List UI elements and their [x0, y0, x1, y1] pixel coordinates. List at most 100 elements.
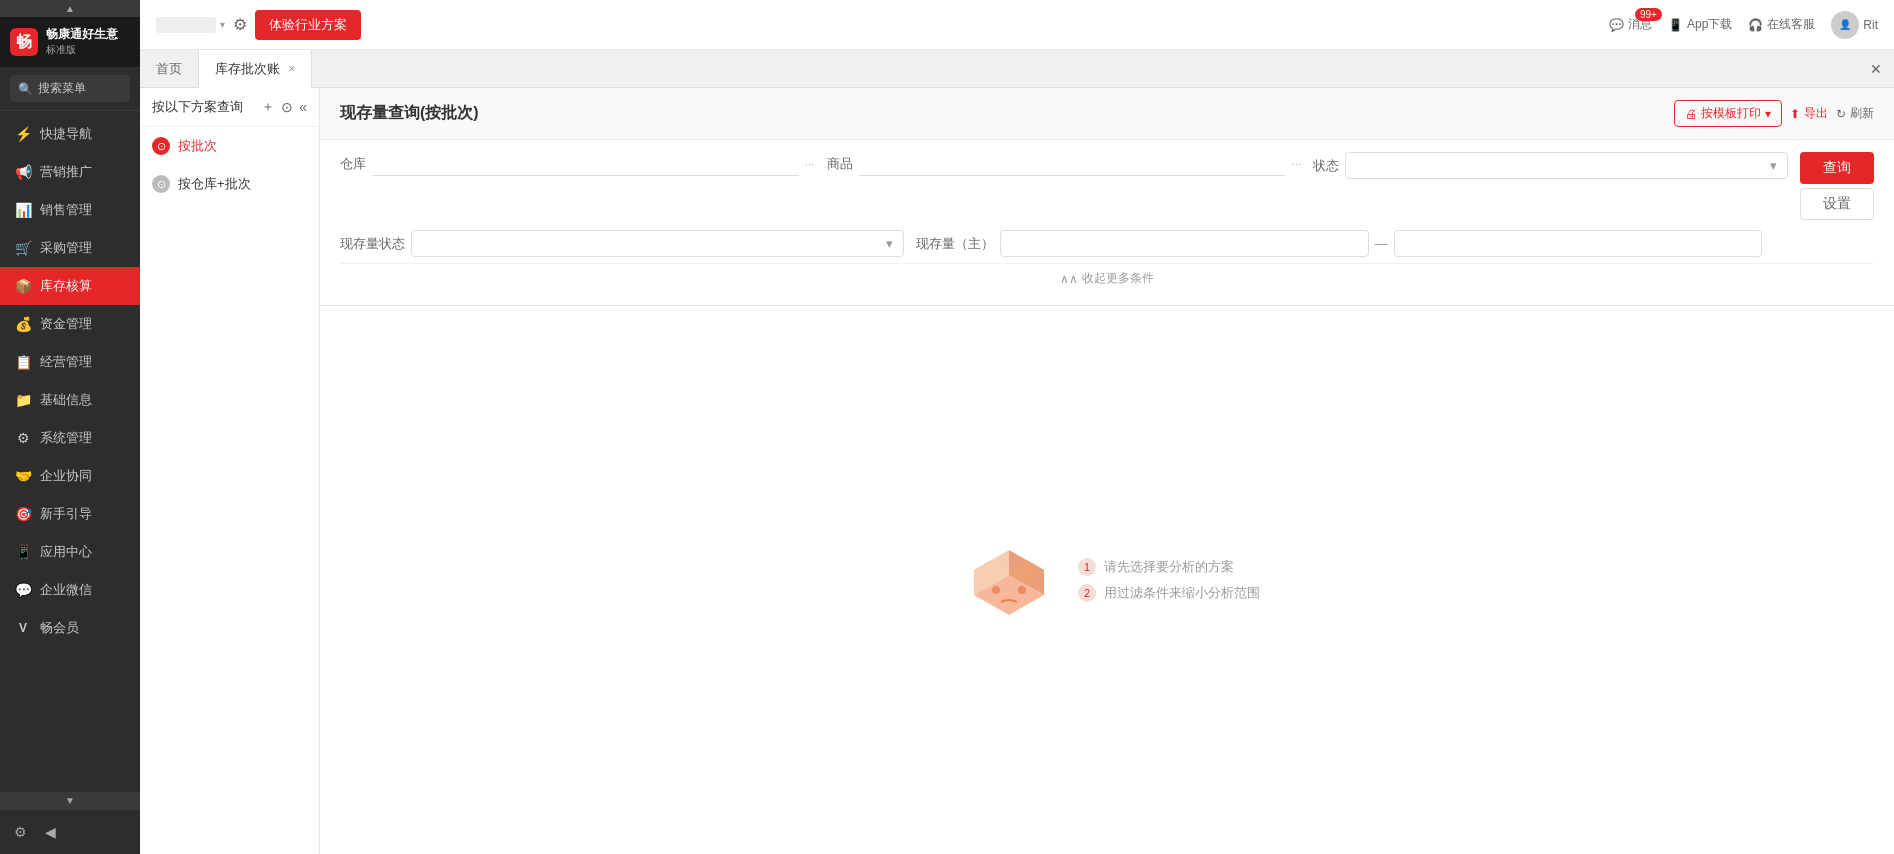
collapse-conditions-bar[interactable]: ∧∧ 收起更多条件	[340, 263, 1874, 293]
sidebar-item-operation[interactable]: 📋 经营管理	[0, 343, 140, 381]
product-label: 商品	[827, 155, 853, 173]
app-download-action[interactable]: 📱 App下载	[1668, 16, 1732, 33]
print-icon: 🖨	[1685, 107, 1697, 121]
tab-inventory-batch[interactable]: 库存批次账 ×	[199, 50, 312, 88]
add-plan-icon[interactable]: ＋	[261, 98, 275, 116]
home-tab-label: 首页	[156, 60, 182, 78]
sidebar-settings-button[interactable]: ⚙	[10, 820, 31, 844]
sidebar-footer: ⚙ ◀	[0, 809, 140, 854]
tab-close-all-button[interactable]: ✕	[1858, 61, 1894, 77]
sidebar-item-quick-nav[interactable]: ⚡ 快捷导航	[0, 115, 140, 153]
plan-collapse-icon[interactable]: «	[299, 99, 307, 115]
sidebar-item-marketing[interactable]: 📢 营销推广	[0, 153, 140, 191]
collapse-up-icon: ∧∧	[1060, 272, 1078, 286]
member-icon: V	[14, 619, 32, 637]
product-filter: 商品 ···	[827, 152, 1302, 176]
avatar: 👤	[1831, 11, 1859, 39]
close-all-icon: ✕	[1870, 61, 1882, 77]
warehouse-more-icon[interactable]: ···	[805, 157, 815, 171]
empty-state: 1 请先选择要分析的方案 2 用过滤条件来缩小分析范围	[320, 306, 1894, 854]
content-area: 按以下方案查询 ＋ ⊙ « ⊙ 按批次 ⊙ 按仓库+批次 现存量查询(按批次)	[140, 88, 1894, 854]
company-selector[interactable]: ▾	[156, 17, 225, 33]
warehouse-label: 仓库	[340, 155, 366, 173]
user-name: Rit	[1863, 18, 1878, 32]
warehouse-input[interactable]	[372, 152, 799, 176]
inventory-status-label: 现存量状态	[340, 235, 405, 253]
sidebar-nav: ⚡ 快捷导航 📢 营销推广 📊 销售管理 🛒 采购管理 📦 库存核算 💰 资金管…	[0, 111, 140, 792]
query-button[interactable]: 查询	[1800, 152, 1874, 184]
online-service-action[interactable]: 🎧 在线客服	[1748, 16, 1815, 33]
plan-by-warehouse-batch-label: 按仓库+批次	[178, 175, 251, 193]
sidebar-item-inventory[interactable]: 📦 库存核算	[0, 267, 140, 305]
wechat-icon: 💬	[14, 581, 32, 599]
left-panel-icons: ＋ ⊙ «	[261, 98, 307, 116]
sidebar: ▲ 畅 畅康通好生意 标准版 🔍 搜索菜单 ⚡ 快捷导航 📢 营销推广 📊 销售…	[0, 0, 140, 854]
sidebar-item-system[interactable]: ⚙ 系统管理	[0, 419, 140, 457]
main-area: ▾ ⚙ 体验行业方案 💬 消息 99+ 📱 App下载 🎧 在线客服 👤 Rit	[140, 0, 1894, 854]
sidebar-item-purchase[interactable]: 🛒 采购管理	[0, 229, 140, 267]
collab-icon: 🤝	[14, 467, 32, 485]
print-dropdown-icon[interactable]: ▾	[1765, 107, 1771, 121]
export-button[interactable]: ⬆ 导出	[1790, 105, 1828, 122]
product-more-icon[interactable]: ···	[1291, 157, 1301, 171]
settings-button[interactable]: 设置	[1800, 188, 1874, 220]
status-dropdown[interactable]: ▾	[1345, 152, 1788, 179]
tab-close-icon[interactable]: ×	[288, 62, 295, 76]
plan-item-by-warehouse-batch[interactable]: ⊙ 按仓库+批次	[140, 165, 319, 203]
sidebar-collapse-button[interactable]: ◀	[41, 820, 60, 844]
empty-state-svg	[954, 530, 1064, 640]
sales-icon: 📊	[14, 201, 32, 219]
quick-nav-icon: ⚡	[14, 125, 32, 143]
inventory-status-dropdown[interactable]: ▾	[411, 230, 904, 257]
inventory-status-arrow: ▾	[886, 236, 893, 251]
topbar-settings-icon[interactable]: ⚙	[233, 15, 247, 34]
sidebar-scroll-down[interactable]: ▼	[0, 792, 140, 809]
inventory-status-filter: 现存量状态 ▾	[340, 230, 904, 257]
page-header: 现存量查询(按批次) 🖨 按模板打印 ▾ ⬆ 导出 ↻ 刷新	[320, 88, 1894, 140]
newbie-icon: 🎯	[14, 505, 32, 523]
sidebar-item-wechat[interactable]: 💬 企业微信	[0, 571, 140, 609]
user-avatar[interactable]: 👤 Rit	[1831, 11, 1878, 39]
refresh-icon: ↻	[1836, 107, 1846, 121]
svg-point-6	[1018, 586, 1026, 594]
sidebar-scroll-up[interactable]: ▲	[0, 0, 140, 17]
app-subtitle: 标准版	[46, 43, 118, 57]
inventory-range-end[interactable]	[1394, 230, 1763, 257]
plan-active-icon: ⊙	[152, 137, 170, 155]
tip-num-1: 1	[1078, 558, 1096, 576]
sidebar-item-newbie[interactable]: 🎯 新手引导	[0, 495, 140, 533]
left-panel: 按以下方案查询 ＋ ⊙ « ⊙ 按批次 ⊙ 按仓库+批次	[140, 88, 320, 854]
purchase-icon: 🛒	[14, 239, 32, 257]
sidebar-header: 畅 畅康通好生意 标准版	[0, 17, 140, 67]
left-panel-title: 按以下方案查询	[152, 98, 243, 116]
search-menu-button[interactable]: 🔍 搜索菜单	[10, 75, 130, 102]
status-label: 状态	[1313, 157, 1339, 175]
filter-area: 仓库 ··· 商品 ··· 状态	[320, 140, 1894, 306]
print-button[interactable]: 🖨 按模板打印 ▾	[1674, 100, 1782, 127]
plan-by-batch-label: 按批次	[178, 137, 217, 155]
app-download-icon: 📱	[1668, 18, 1683, 32]
product-input[interactable]	[859, 152, 1286, 176]
sidebar-item-apps[interactable]: 📱 应用中心	[0, 533, 140, 571]
empty-tip-1: 1 请先选择要分析的方案	[1078, 558, 1260, 576]
sidebar-item-basic[interactable]: 📁 基础信息	[0, 381, 140, 419]
plan-item-by-batch[interactable]: ⊙ 按批次	[140, 127, 319, 165]
sidebar-item-sales[interactable]: 📊 销售管理	[0, 191, 140, 229]
message-action[interactable]: 💬 消息 99+	[1609, 16, 1652, 33]
sidebar-item-finance[interactable]: 💰 资金管理	[0, 305, 140, 343]
status-filter: 状态 ▾	[1313, 152, 1788, 179]
inventory-main-filter: 现存量（主） —	[916, 230, 1762, 257]
tabbar: 首页 库存批次账 × ✕	[140, 50, 1894, 88]
plan-inactive-icon: ⊙	[152, 175, 170, 193]
tab-home[interactable]: 首页	[140, 50, 199, 88]
sidebar-item-member[interactable]: V 畅会员	[0, 609, 140, 647]
plan-settings-icon[interactable]: ⊙	[281, 99, 293, 115]
inventory-main-label: 现存量（主）	[916, 235, 994, 253]
topbar-left: ▾ ⚙ 体验行业方案	[156, 10, 1597, 40]
basic-icon: 📁	[14, 391, 32, 409]
refresh-button[interactable]: ↻ 刷新	[1836, 105, 1874, 122]
inventory-range-start[interactable]	[1000, 230, 1369, 257]
inventory-icon: 📦	[14, 277, 32, 295]
trial-button[interactable]: 体验行业方案	[255, 10, 361, 40]
sidebar-item-collab[interactable]: 🤝 企业协同	[0, 457, 140, 495]
